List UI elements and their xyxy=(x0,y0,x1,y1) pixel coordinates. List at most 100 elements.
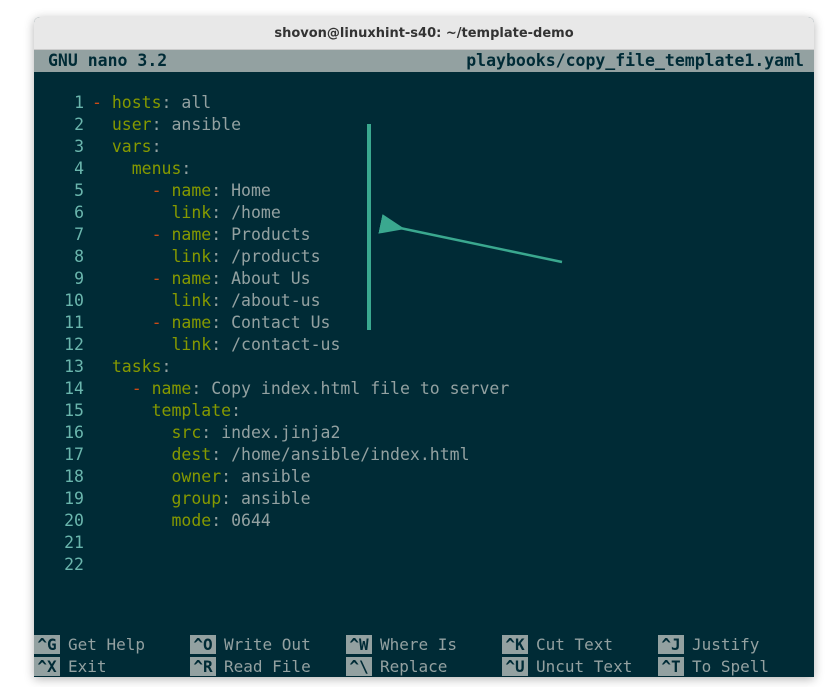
code-line[interactable]: 8 link: /products xyxy=(34,246,814,268)
window-title: shovon@linuxhint-s40: ~/template-demo xyxy=(274,26,573,41)
code-line[interactable]: 12 link: /contact-us xyxy=(34,334,814,356)
shortcut-item[interactable]: ^W Where Is xyxy=(346,635,502,654)
line-code[interactable]: vars: xyxy=(92,136,162,158)
nano-shortcuts: ^G Get Help ^O Write Out ^W Where Is ^K Cut Tex… xyxy=(34,633,814,677)
code-line[interactable]: 13 tasks: xyxy=(34,356,814,378)
line-code[interactable]: link: /contact-us xyxy=(92,334,340,356)
line-number: 22 xyxy=(34,554,92,576)
line-number: 2 xyxy=(34,114,92,136)
code-line[interactable]: 21 xyxy=(34,532,814,554)
code-line[interactable]: 9 - name: About Us xyxy=(34,268,814,290)
code-area[interactable]: 1- hosts: all2 user: ansible3 vars:4 men… xyxy=(34,72,814,576)
code-line[interactable]: 1- hosts: all xyxy=(34,92,814,114)
code-line[interactable]: 15 template: xyxy=(34,400,814,422)
window-titlebar: shovon@linuxhint-s40: ~/template-demo xyxy=(34,17,814,50)
line-code[interactable]: mode: 0644 xyxy=(92,510,271,532)
line-number: 11 xyxy=(34,312,92,334)
shortcut-key: ^J xyxy=(658,635,684,654)
nano-version: GNU nano 3.2 xyxy=(34,50,167,72)
shortcut-key: ^\ xyxy=(346,657,372,676)
code-line[interactable]: 4 menus: xyxy=(34,158,814,180)
shortcut-item[interactable]: ^T To Spell xyxy=(658,657,814,676)
shortcut-key: ^G xyxy=(34,635,60,654)
shortcut-key: ^O xyxy=(190,635,216,654)
code-line[interactable]: 19 group: ansible xyxy=(34,488,814,510)
shortcut-label: Write Out xyxy=(224,635,311,654)
line-code[interactable]: - name: Home xyxy=(92,180,271,202)
nano-filename: playbooks/copy_file_template1.yaml xyxy=(466,50,814,72)
line-code[interactable]: link: /home xyxy=(92,202,281,224)
line-code[interactable]: - name: About Us xyxy=(92,268,311,290)
shortcut-key: ^R xyxy=(190,657,216,676)
shortcut-label: Read File xyxy=(224,657,311,676)
terminal-window: shovon@linuxhint-s40: ~/template-demo GN… xyxy=(34,17,814,677)
shortcut-label: Justify xyxy=(692,635,759,654)
line-code[interactable]: group: ansible xyxy=(92,488,311,510)
line-code[interactable]: menus: xyxy=(92,158,191,180)
shortcut-row-1: ^G Get Help ^O Write Out ^W Where Is ^K Cut Tex… xyxy=(34,633,814,655)
code-line[interactable]: 14 - name: Copy index.html file to serve… xyxy=(34,378,814,400)
shortcut-label: Uncut Text xyxy=(536,657,632,676)
code-line[interactable]: 20 mode: 0644 xyxy=(34,510,814,532)
shortcut-item[interactable]: ^R Read File xyxy=(190,657,346,676)
line-number: 21 xyxy=(34,532,92,554)
shortcut-key: ^W xyxy=(346,635,372,654)
shortcut-label: Where Is xyxy=(380,635,457,654)
line-number: 1 xyxy=(34,92,92,114)
shortcut-label: Replace xyxy=(380,657,447,676)
line-number: 15 xyxy=(34,400,92,422)
line-code[interactable]: owner: ansible xyxy=(92,466,311,488)
line-code[interactable]: - name: Contact Us xyxy=(92,312,330,334)
code-line[interactable]: 10 link: /about-us xyxy=(34,290,814,312)
line-code[interactable]: link: /products xyxy=(92,246,321,268)
code-line[interactable]: 22 xyxy=(34,554,814,576)
shortcut-label: To Spell xyxy=(692,657,769,676)
code-line[interactable]: 6 link: /home xyxy=(34,202,814,224)
shortcut-item[interactable]: ^\ Replace xyxy=(346,657,502,676)
nano-editor[interactable]: GNU nano 3.2 playbooks/copy_file_templat… xyxy=(34,50,814,576)
line-number: 7 xyxy=(34,224,92,246)
shortcut-item[interactable]: ^U Uncut Text xyxy=(502,657,658,676)
shortcut-key: ^T xyxy=(658,657,684,676)
code-line[interactable]: 2 user: ansible xyxy=(34,114,814,136)
shortcut-key: ^K xyxy=(502,635,528,654)
line-code[interactable]: dest: /home/ansible/index.html xyxy=(92,444,470,466)
code-line[interactable]: 5 - name: Home xyxy=(34,180,814,202)
line-number: 20 xyxy=(34,510,92,532)
line-number: 16 xyxy=(34,422,92,444)
shortcut-item[interactable]: ^G Get Help xyxy=(34,635,190,654)
line-number: 14 xyxy=(34,378,92,400)
shortcut-label: Exit xyxy=(68,657,107,676)
line-number: 12 xyxy=(34,334,92,356)
line-code[interactable]: tasks: xyxy=(92,356,171,378)
line-code[interactable]: - name: Products xyxy=(92,224,311,246)
code-line[interactable]: 7 - name: Products xyxy=(34,224,814,246)
shortcut-item[interactable]: ^J Justify xyxy=(658,635,814,654)
shortcut-item[interactable]: ^O Write Out xyxy=(190,635,346,654)
shortcut-key: ^U xyxy=(502,657,528,676)
line-number: 10 xyxy=(34,290,92,312)
line-code[interactable]: src: index.jinja2 xyxy=(92,422,340,444)
shortcut-item[interactable]: ^X Exit xyxy=(34,657,190,676)
line-code[interactable]: user: ansible xyxy=(92,114,241,136)
line-number: 6 xyxy=(34,202,92,224)
line-code[interactable]: link: /about-us xyxy=(92,290,321,312)
line-code[interactable]: - name: Copy index.html file to server xyxy=(92,378,509,400)
code-line[interactable]: 11 - name: Contact Us xyxy=(34,312,814,334)
code-line[interactable]: 3 vars: xyxy=(34,136,814,158)
code-line[interactable]: 17 dest: /home/ansible/index.html xyxy=(34,444,814,466)
line-code[interactable]: - hosts: all xyxy=(92,92,211,114)
shortcut-item[interactable]: ^K Cut Text xyxy=(502,635,658,654)
code-line[interactable]: 16 src: index.jinja2 xyxy=(34,422,814,444)
line-number: 18 xyxy=(34,466,92,488)
shortcut-label: Cut Text xyxy=(536,635,613,654)
shortcut-label: Get Help xyxy=(68,635,145,654)
line-number: 4 xyxy=(34,158,92,180)
line-number: 5 xyxy=(34,180,92,202)
line-number: 17 xyxy=(34,444,92,466)
line-code[interactable]: template: xyxy=(92,400,241,422)
line-number: 9 xyxy=(34,268,92,290)
shortcut-key: ^X xyxy=(34,657,60,676)
shortcut-row-2: ^X Exit ^R Read File ^\ Replace ^U Uncut Text ^T… xyxy=(34,655,814,677)
code-line[interactable]: 18 owner: ansible xyxy=(34,466,814,488)
